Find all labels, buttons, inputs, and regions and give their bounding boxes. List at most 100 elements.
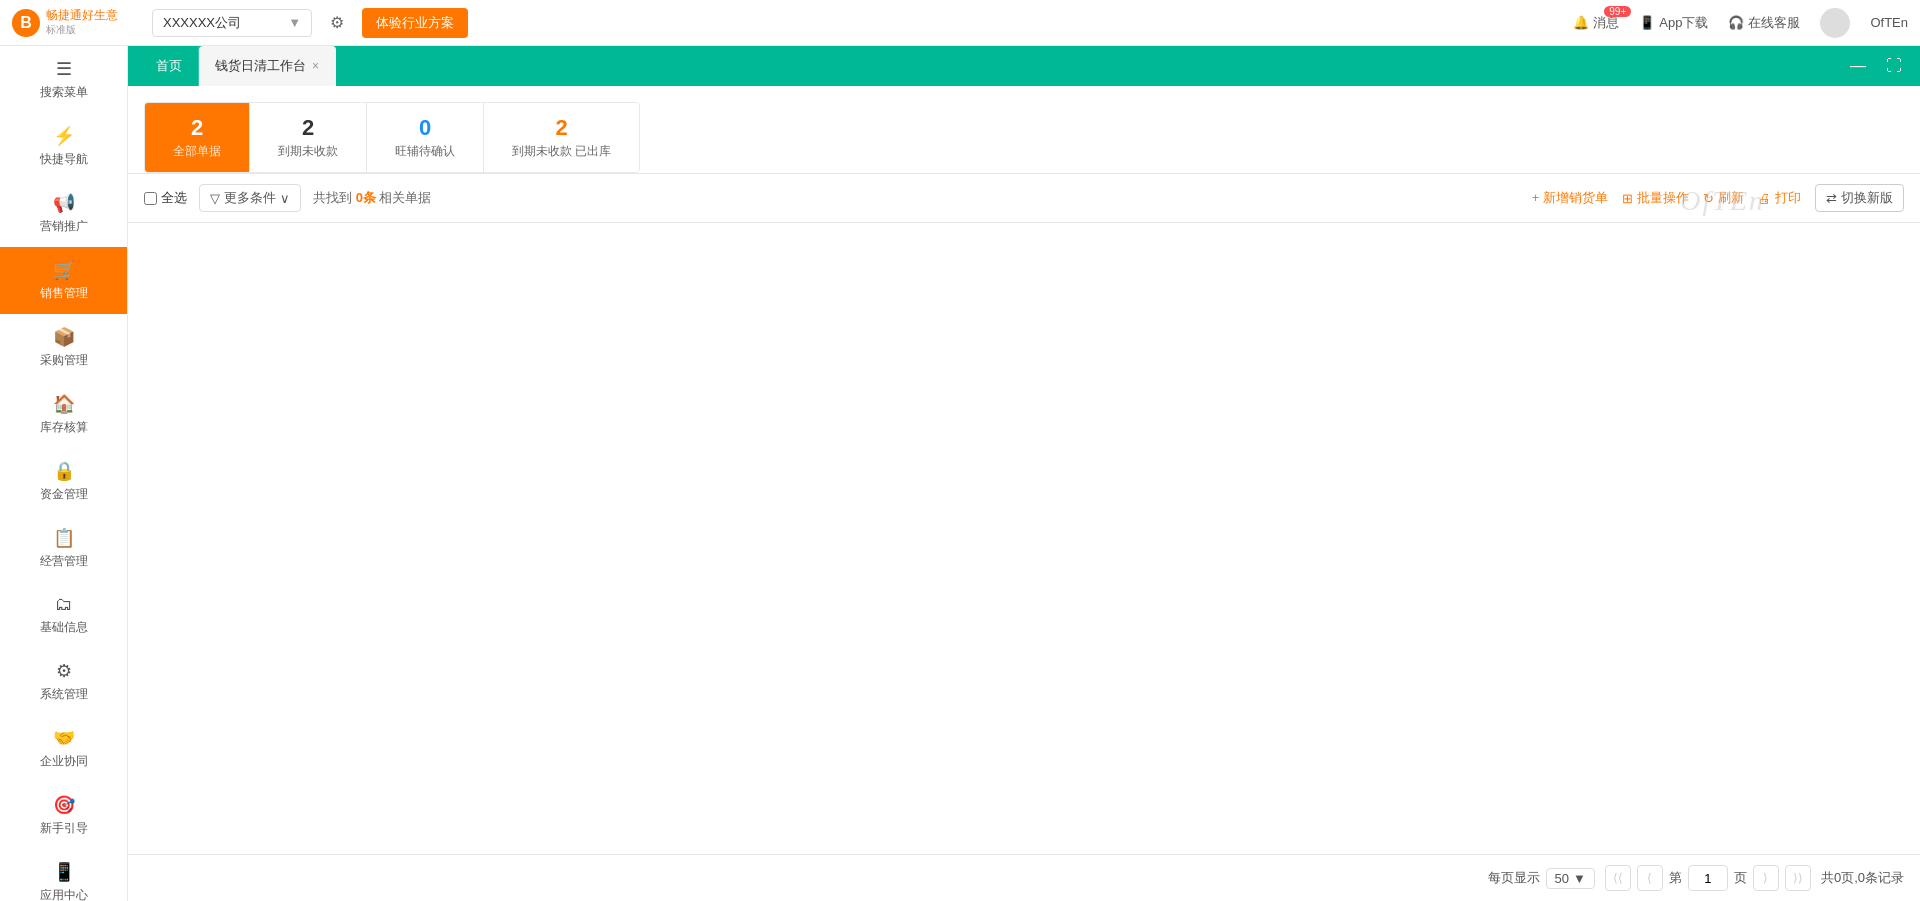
- chevron-down-icon: ▼: [288, 15, 301, 30]
- table-area: [128, 223, 1920, 854]
- sidebar-item-purchase[interactable]: 📦 采购管理: [0, 314, 127, 381]
- online-service-button[interactable]: 🎧 在线客服: [1728, 14, 1800, 32]
- logo-text-area: 畅捷通好生意 标准版: [46, 8, 118, 38]
- sidebar-item-search-menu[interactable]: ☰ 搜索菜单: [0, 46, 127, 113]
- trial-button[interactable]: 体验行业方案: [362, 8, 468, 38]
- select-all-input[interactable]: [144, 192, 157, 205]
- sidebar-label-system: 系统管理: [40, 686, 88, 703]
- messages-button[interactable]: 🔔 消息 99+: [1573, 14, 1619, 32]
- filter-icon: ▽: [210, 191, 220, 206]
- marketing-icon: 📢: [53, 192, 75, 214]
- tab-maximize-button[interactable]: ⛶: [1880, 55, 1908, 77]
- stats-area: 2 全部单据 2 到期未收款 0 旺辅待确认 2 到期未收款 已出库: [128, 86, 1920, 174]
- stat-card-out[interactable]: 2 到期未收款 已出库: [484, 103, 639, 172]
- sidebar-item-marketing[interactable]: 📢 营销推广: [0, 180, 127, 247]
- found-text: 共找到 0条 相关单据: [313, 189, 431, 207]
- page-suffix: 页: [1734, 869, 1747, 887]
- stat-number-all: 2: [173, 115, 221, 141]
- header-right: 🔔 消息 99+ 📱 App下载 🎧 在线客服 OfTEn: [1573, 8, 1908, 38]
- app-download-button[interactable]: 📱 App下载: [1639, 14, 1708, 32]
- sidebar-item-quick-nav[interactable]: ⚡ 快捷导航: [0, 113, 127, 180]
- per-page-label: 每页显示: [1488, 869, 1540, 887]
- sidebar-label-inventory: 库存核算: [40, 419, 88, 436]
- settings-button[interactable]: ⚙: [322, 8, 352, 38]
- tab-active-label: 钱货日清工作台: [215, 57, 306, 75]
- company-name: XXXXXX公司: [163, 14, 241, 32]
- stat-label-all: 全部单据: [173, 143, 221, 160]
- select-all-label: 全选: [161, 189, 187, 207]
- per-page-dropdown[interactable]: 50 ▼: [1546, 868, 1595, 889]
- app-title: 畅捷通好生意: [46, 8, 118, 24]
- sidebar-item-system[interactable]: ⚙ 系统管理: [0, 648, 127, 715]
- workspace: 2 全部单据 2 到期未收款 0 旺辅待确认 2 到期未收款 已出库: [128, 86, 1920, 901]
- app-subtitle: 标准版: [46, 23, 118, 37]
- select-all-checkbox[interactable]: 全选: [144, 189, 187, 207]
- toolbar: 全选 ▽ 更多条件 ∨ 共找到 0条 相关单据 + 新增销货单 ⊞ 批量操作: [128, 174, 1920, 223]
- switch-new-version-button[interactable]: ⇄ 切换新版: [1815, 184, 1904, 212]
- tab-active[interactable]: 钱货日清工作台 ×: [199, 46, 336, 86]
- stat-number-out: 2: [512, 115, 611, 141]
- last-page-button[interactable]: ⟩⟩: [1785, 865, 1811, 891]
- headset-icon: 🎧: [1728, 15, 1744, 30]
- sidebar-label-guide: 新手引导: [40, 820, 88, 837]
- refresh-button[interactable]: ↻ 刷新: [1703, 189, 1744, 207]
- batch-label: 批量操作: [1637, 189, 1689, 207]
- sidebar-item-enterprise[interactable]: 🤝 企业协同: [0, 715, 127, 782]
- logo-area: B 畅捷通好生意 标准版: [12, 8, 140, 38]
- batch-operations-button[interactable]: ⊞ 批量操作: [1622, 189, 1689, 207]
- page-input[interactable]: [1688, 865, 1728, 891]
- filter-button[interactable]: ▽ 更多条件 ∨: [199, 184, 301, 212]
- per-page-value: 50: [1555, 871, 1569, 886]
- prev-page-button[interactable]: ⟨: [1637, 865, 1663, 891]
- stat-number-overdue: 2: [278, 115, 338, 141]
- sidebar-item-finance[interactable]: 🔒 资金管理: [0, 448, 127, 515]
- user-name[interactable]: OfTEn: [1870, 15, 1908, 30]
- switch-label: 切换新版: [1841, 189, 1893, 207]
- avatar[interactable]: [1820, 8, 1850, 38]
- add-sales-order-button[interactable]: + 新增销货单: [1532, 189, 1608, 207]
- tab-minimize-button[interactable]: —: [1844, 55, 1872, 77]
- sidebar-item-basic-info[interactable]: 🗂 基础信息: [0, 582, 127, 648]
- page-prefix: 第: [1669, 869, 1682, 887]
- sidebar-item-sales[interactable]: 🛒 销售管理: [0, 247, 127, 314]
- sidebar-item-inventory[interactable]: 🏠 库存核算: [0, 381, 127, 448]
- app-center-icon: 📱: [53, 861, 75, 883]
- stat-card-overdue[interactable]: 2 到期未收款: [250, 103, 367, 172]
- tab-close-icon[interactable]: ×: [312, 59, 319, 73]
- next-page-button[interactable]: ⟩: [1753, 865, 1779, 891]
- batch-icon: ⊞: [1622, 191, 1633, 206]
- company-selector[interactable]: XXXXXX公司 ▼: [152, 9, 312, 37]
- guide-icon: 🎯: [53, 794, 75, 816]
- tab-bar-actions: — ⛶: [1844, 55, 1908, 77]
- tab-home-label: 首页: [156, 57, 182, 75]
- refresh-icon: ↻: [1703, 191, 1714, 206]
- sidebar-label-quick-nav: 快捷导航: [40, 151, 88, 168]
- enterprise-icon: 🤝: [53, 727, 75, 749]
- basic-info-icon: 🗂: [55, 594, 73, 615]
- system-icon: ⚙: [56, 660, 72, 682]
- online-service-label: 在线客服: [1748, 14, 1800, 32]
- stat-card-all[interactable]: 2 全部单据: [145, 103, 250, 172]
- print-button[interactable]: 🖨 打印: [1758, 189, 1801, 207]
- chevron-icon: ∨: [280, 191, 290, 206]
- logo-icon: B: [12, 9, 40, 37]
- per-page-select: 每页显示 50 ▼: [1488, 868, 1595, 889]
- page-nav: ⟨⟨ ⟨ 第 页 ⟩ ⟩⟩: [1605, 865, 1811, 891]
- stat-card-pending[interactable]: 0 旺辅待确认: [367, 103, 484, 172]
- sidebar-item-operations[interactable]: 📋 经营管理: [0, 515, 127, 582]
- sidebar-item-app-center[interactable]: 📱 应用中心: [0, 849, 127, 901]
- sidebar-label-operations: 经营管理: [40, 553, 88, 570]
- tab-home[interactable]: 首页: [140, 46, 199, 86]
- operations-icon: 📋: [53, 527, 75, 549]
- messages-badge: 99+: [1604, 6, 1631, 17]
- sidebar-item-guide[interactable]: 🎯 新手引导: [0, 782, 127, 849]
- first-page-button[interactable]: ⟨⟨: [1605, 865, 1631, 891]
- sales-icon: 🛒: [53, 259, 75, 281]
- app-download-label: App下载: [1659, 14, 1708, 32]
- per-page-chevron: ▼: [1573, 871, 1586, 886]
- sidebar-label-enterprise: 企业协同: [40, 753, 88, 770]
- found-count: 0条: [356, 190, 376, 205]
- sidebar-label-marketing: 营销推广: [40, 218, 88, 235]
- found-suffix: 相关单据: [379, 190, 431, 205]
- purchase-icon: 📦: [53, 326, 75, 348]
